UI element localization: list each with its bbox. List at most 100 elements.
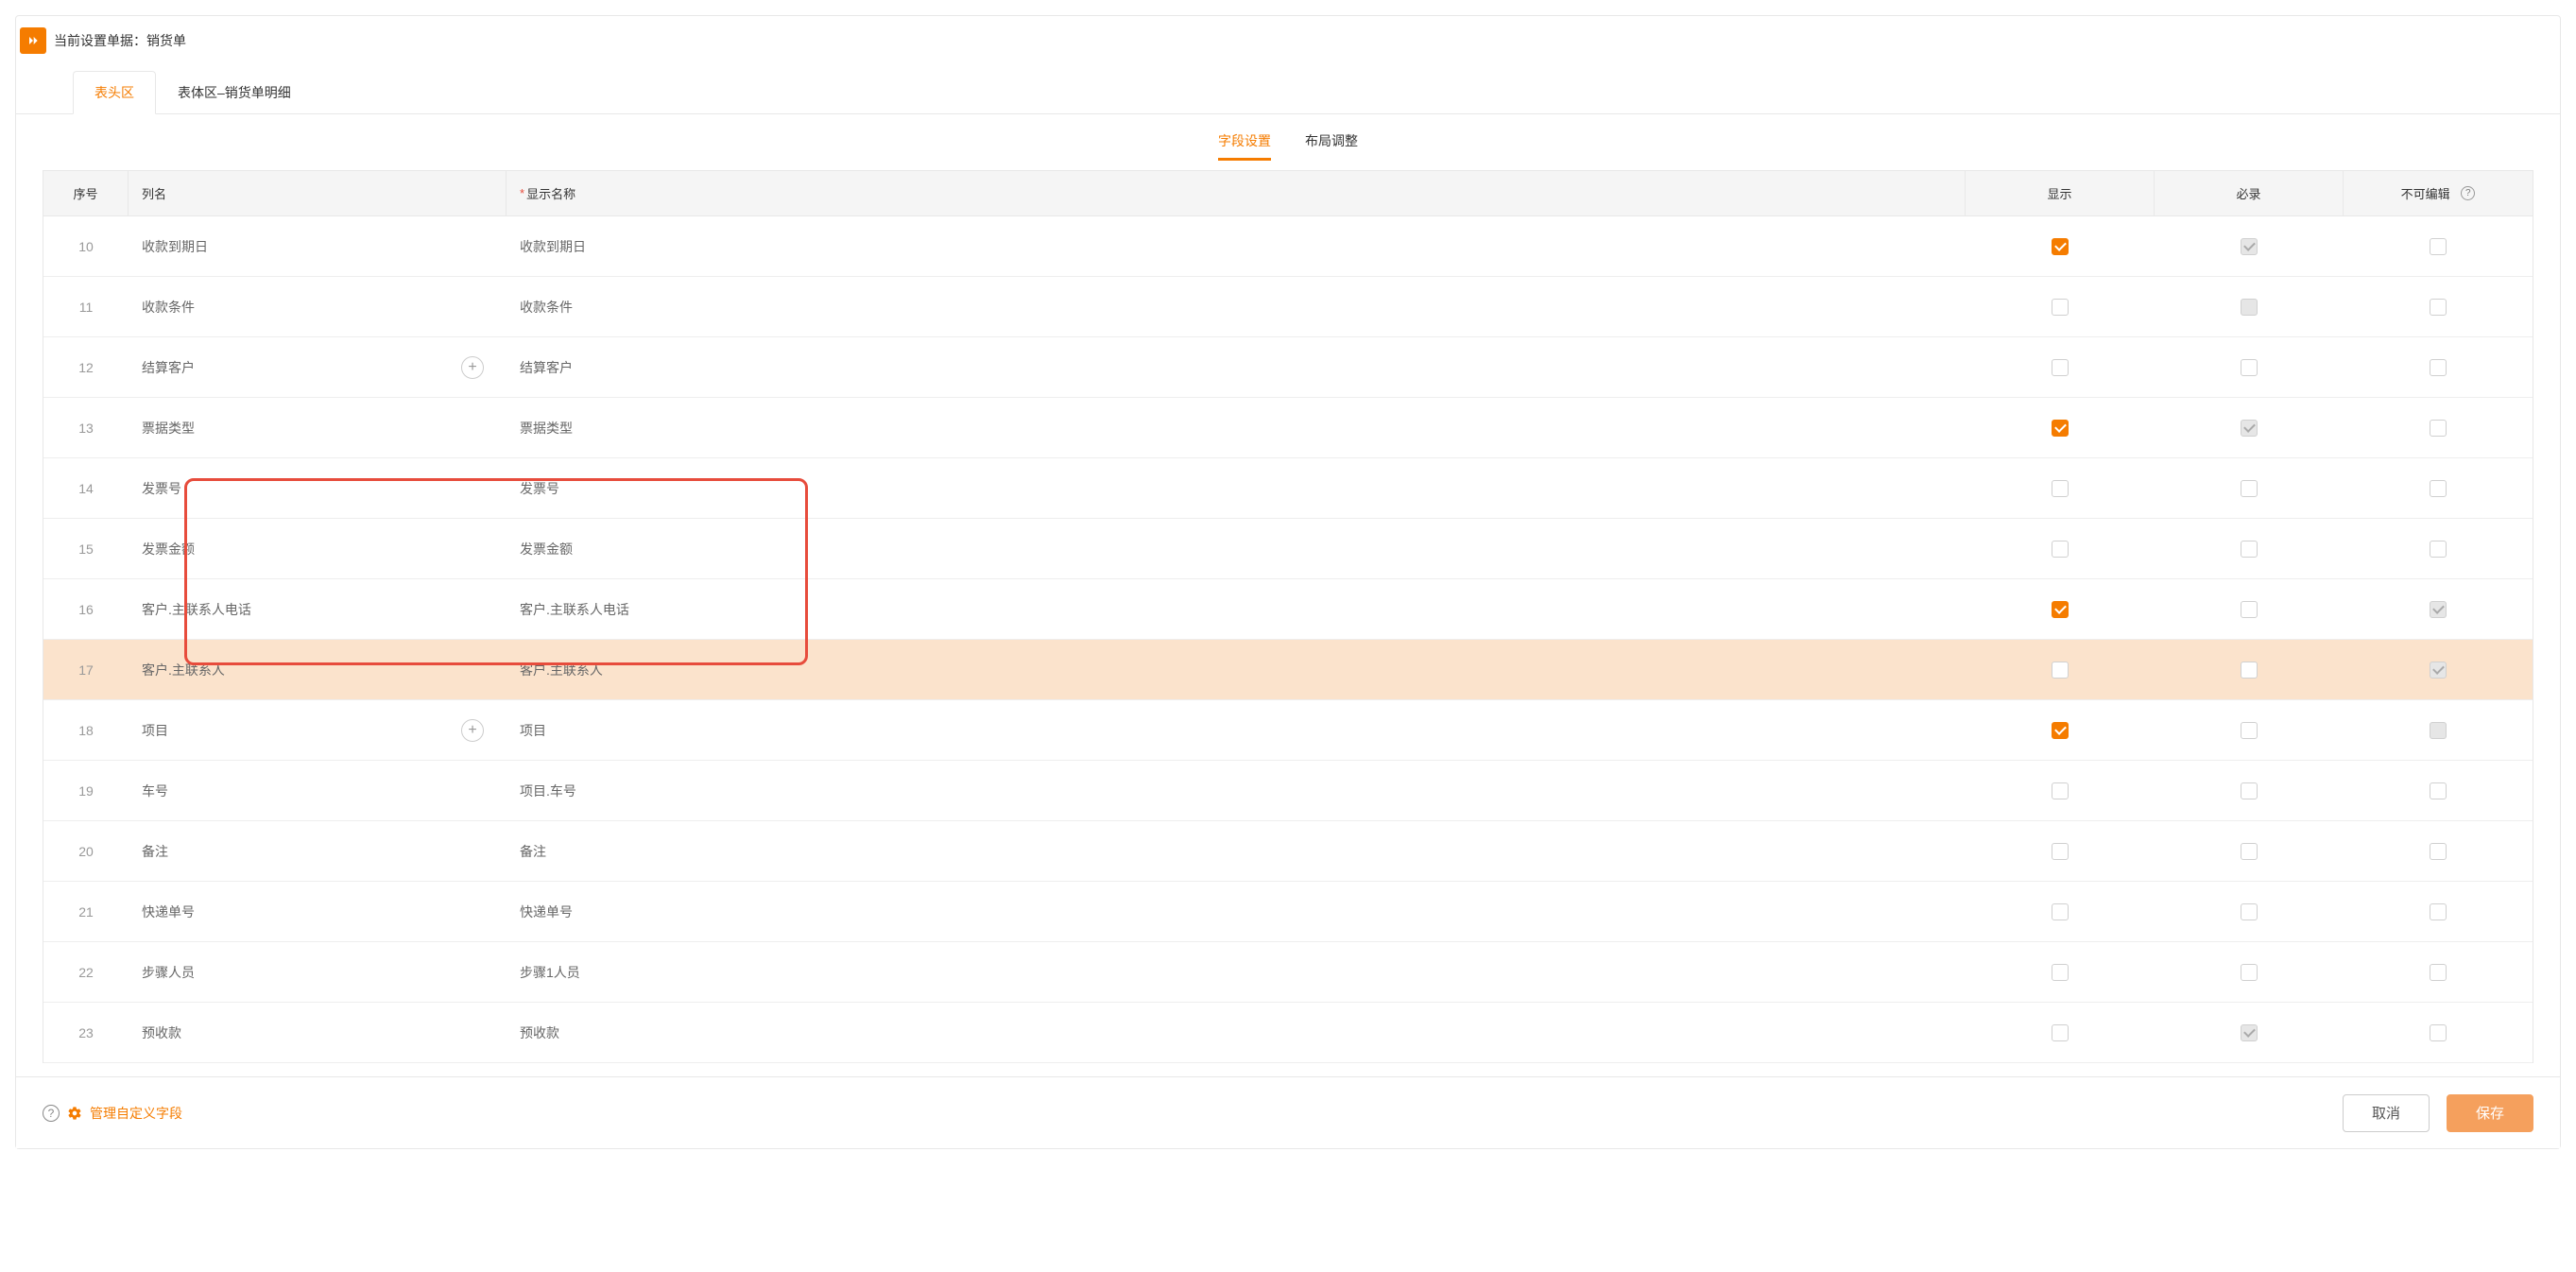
- cell-display-name[interactable]: 备注: [507, 821, 1966, 881]
- checkbox-readonly[interactable]: [2430, 843, 2447, 860]
- checkbox-readonly[interactable]: [2430, 238, 2447, 255]
- fields-table: 序号 列名 *显示名称 显示 必录 不可编辑 ? 10收款到期日收款到期日11收…: [43, 170, 2533, 1063]
- cell-display-name[interactable]: 项目: [507, 700, 1966, 760]
- checkbox-required[interactable]: [2241, 964, 2258, 981]
- checkbox-required[interactable]: [2241, 782, 2258, 799]
- sub-tabs: 字段设置 布局调整: [16, 114, 2560, 170]
- cell-display-name[interactable]: 步骤1人员: [507, 942, 1966, 1002]
- checkbox-readonly[interactable]: [2430, 964, 2447, 981]
- cell-display-name[interactable]: 项目.车号: [507, 761, 1966, 820]
- table-row: 22步骤人员步骤1人员: [43, 942, 2533, 1003]
- checkbox-required[interactable]: [2241, 601, 2258, 618]
- checkbox-readonly[interactable]: [2430, 299, 2447, 316]
- table-row: 12结算客户+结算客户: [43, 337, 2533, 398]
- cell-show: [1966, 277, 2155, 336]
- tab-header-area[interactable]: 表头区: [73, 71, 156, 114]
- table-row: 13票据类型票据类型: [43, 398, 2533, 458]
- checkbox-show[interactable]: [2052, 1024, 2069, 1041]
- cell-display-name[interactable]: 客户.主联系人: [507, 640, 1966, 699]
- page-title: 当前设置单据：销货单: [54, 31, 186, 50]
- cell-seq: 13: [43, 398, 129, 457]
- cell-display-name[interactable]: 发票号: [507, 458, 1966, 518]
- cell-name: 车号: [129, 761, 507, 820]
- cell-name: 备注: [129, 821, 507, 881]
- manage-custom-fields-link[interactable]: 管理自定义字段: [90, 1104, 182, 1123]
- table-row: 10收款到期日收款到期日: [43, 216, 2533, 277]
- collapse-panel-button[interactable]: [20, 27, 46, 54]
- checkbox-show[interactable]: [2052, 601, 2069, 618]
- checkbox-show[interactable]: [2052, 903, 2069, 920]
- header-required: 必录: [2155, 171, 2344, 215]
- cell-required: [2155, 277, 2344, 336]
- cell-required: [2155, 761, 2344, 820]
- checkbox-readonly: [2430, 722, 2447, 739]
- checkbox-required[interactable]: [2241, 662, 2258, 679]
- footer-bar: ? 管理自定义字段 取消 保存: [16, 1076, 2560, 1148]
- save-button[interactable]: 保存: [2447, 1094, 2533, 1132]
- help-icon[interactable]: ?: [2461, 186, 2475, 200]
- cell-seq: 10: [43, 216, 129, 276]
- cell-show: [1966, 1003, 2155, 1062]
- tab-body-area[interactable]: 表体区–销货单明细: [156, 71, 313, 114]
- table-row: 15发票金额发票金额: [43, 519, 2533, 579]
- cell-display-name[interactable]: 快递单号: [507, 882, 1966, 941]
- checkbox-readonly[interactable]: [2430, 359, 2447, 376]
- subtab-field-settings[interactable]: 字段设置: [1218, 131, 1271, 161]
- cell-readonly: [2344, 882, 2533, 941]
- checkbox-show[interactable]: [2052, 843, 2069, 860]
- checkbox-show[interactable]: [2052, 782, 2069, 799]
- cell-display-name[interactable]: 收款到期日: [507, 216, 1966, 276]
- checkbox-readonly[interactable]: [2430, 1024, 2447, 1041]
- cell-display-name[interactable]: 结算客户: [507, 337, 1966, 397]
- checkbox-show[interactable]: [2052, 420, 2069, 437]
- checkbox-readonly[interactable]: [2430, 541, 2447, 558]
- checkbox-readonly[interactable]: [2430, 782, 2447, 799]
- checkbox-show[interactable]: [2052, 359, 2069, 376]
- checkbox-readonly: [2430, 662, 2447, 679]
- cell-seq: 18: [43, 700, 129, 760]
- checkbox-show[interactable]: [2052, 662, 2069, 679]
- cell-readonly: [2344, 1003, 2533, 1062]
- checkbox-show[interactable]: [2052, 299, 2069, 316]
- subtab-layout-adjust[interactable]: 布局调整: [1305, 131, 1358, 161]
- cell-readonly: [2344, 519, 2533, 578]
- cell-show: [1966, 216, 2155, 276]
- cell-name: 结算客户+: [129, 337, 507, 397]
- cell-display-name[interactable]: 票据类型: [507, 398, 1966, 457]
- cell-required: [2155, 216, 2344, 276]
- checkbox-required[interactable]: [2241, 359, 2258, 376]
- cell-name: 发票金额: [129, 519, 507, 578]
- cell-display-name[interactable]: 预收款: [507, 1003, 1966, 1062]
- checkbox-required[interactable]: [2241, 722, 2258, 739]
- cell-show: [1966, 640, 2155, 699]
- cell-seq: 23: [43, 1003, 129, 1062]
- checkbox-required[interactable]: [2241, 843, 2258, 860]
- checkbox-required[interactable]: [2241, 480, 2258, 497]
- cell-display-name[interactable]: 收款条件: [507, 277, 1966, 336]
- checkbox-show[interactable]: [2052, 480, 2069, 497]
- cell-readonly: [2344, 761, 2533, 820]
- top-bar: 当前设置单据：销货单: [16, 16, 2560, 65]
- cell-readonly: [2344, 579, 2533, 639]
- checkbox-show[interactable]: [2052, 722, 2069, 739]
- expand-plus-button[interactable]: +: [461, 356, 484, 379]
- header-show: 显示: [1966, 171, 2155, 215]
- checkbox-required[interactable]: [2241, 903, 2258, 920]
- cell-display-name[interactable]: 客户.主联系人电话: [507, 579, 1966, 639]
- cell-seq: 17: [43, 640, 129, 699]
- checkbox-show[interactable]: [2052, 541, 2069, 558]
- cell-show: [1966, 761, 2155, 820]
- cell-display-name[interactable]: 发票金额: [507, 519, 1966, 578]
- checkbox-readonly[interactable]: [2430, 480, 2447, 497]
- checkbox-show[interactable]: [2052, 964, 2069, 981]
- checkbox-show[interactable]: [2052, 238, 2069, 255]
- help-circle-icon[interactable]: ?: [43, 1105, 60, 1122]
- cell-required: [2155, 821, 2344, 881]
- expand-plus-button[interactable]: +: [461, 719, 484, 742]
- cancel-button[interactable]: 取消: [2343, 1094, 2430, 1132]
- checkbox-readonly[interactable]: [2430, 420, 2447, 437]
- cell-seq: 21: [43, 882, 129, 941]
- cell-required: [2155, 700, 2344, 760]
- checkbox-required[interactable]: [2241, 541, 2258, 558]
- checkbox-readonly[interactable]: [2430, 903, 2447, 920]
